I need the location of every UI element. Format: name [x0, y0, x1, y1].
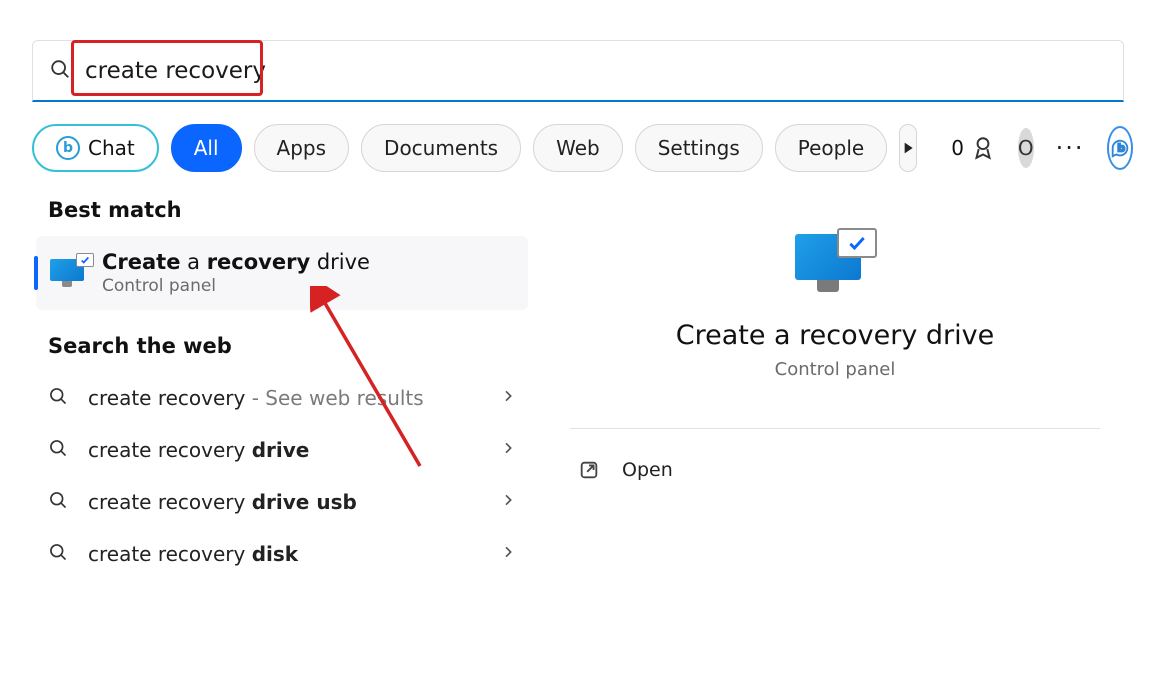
chevron-right-icon	[500, 492, 516, 512]
user-avatar[interactable]: O	[1018, 128, 1034, 168]
filter-documents[interactable]: Documents	[361, 124, 521, 172]
open-external-icon	[578, 459, 600, 481]
best-match-subtitle: Control panel	[102, 276, 512, 296]
search-bar[interactable]	[32, 40, 1124, 102]
web-result-row[interactable]: create recovery disk	[32, 528, 532, 580]
medal-icon	[970, 135, 996, 161]
bing-chat-icon[interactable]: b	[1107, 126, 1133, 170]
best-match-heading: Best match	[48, 198, 532, 222]
web-result-text: create recovery disk	[88, 542, 482, 566]
filter-people[interactable]: People	[775, 124, 887, 172]
search-web-heading: Search the web	[48, 334, 532, 358]
filter-apps[interactable]: Apps	[254, 124, 350, 172]
filter-more[interactable]	[899, 124, 917, 172]
chevron-right-icon	[500, 440, 516, 460]
more-menu[interactable]: ···	[1056, 134, 1085, 162]
filter-row: b Chat All Apps Documents Web Settings P…	[32, 124, 1124, 172]
web-result-text: create recovery drive	[88, 438, 482, 462]
preview-subtitle: Control panel	[775, 359, 896, 380]
web-result-row[interactable]: create recovery - See web results	[32, 372, 532, 424]
bing-b-icon: b	[56, 136, 80, 160]
svg-text:b: b	[1117, 142, 1125, 155]
filter-settings[interactable]: Settings	[635, 124, 763, 172]
filter-web[interactable]: Web	[533, 124, 623, 172]
best-match-title: Create a recovery drive	[102, 250, 512, 274]
search-icon	[48, 438, 70, 462]
best-match-result[interactable]: Create a recovery drive Control panel	[36, 236, 528, 310]
chevron-right-icon	[500, 388, 516, 408]
preview-icon	[793, 228, 877, 292]
preview-title: Create a recovery drive	[676, 320, 995, 351]
search-icon	[49, 58, 71, 84]
bing-b-icon: b	[1109, 137, 1131, 159]
search-icon	[48, 386, 70, 410]
web-result-row[interactable]: create recovery drive	[32, 424, 532, 476]
open-action[interactable]: Open	[570, 459, 673, 481]
rewards-count: 0	[951, 136, 964, 160]
results-left-column: Best match Create a recovery drive Contr…	[32, 190, 532, 580]
chat-label: Chat	[88, 136, 135, 160]
open-label: Open	[622, 459, 673, 481]
web-result-row[interactable]: create recovery drive usb	[32, 476, 532, 528]
search-input[interactable]	[85, 58, 385, 84]
play-icon	[900, 140, 916, 156]
search-icon	[48, 490, 70, 514]
chevron-right-icon	[500, 544, 516, 564]
search-icon	[48, 542, 70, 566]
chat-chip[interactable]: b Chat	[32, 124, 159, 172]
divider	[570, 428, 1100, 429]
web-result-text: create recovery drive usb	[88, 490, 482, 514]
filter-all[interactable]: All	[171, 124, 242, 172]
recovery-drive-icon	[50, 259, 88, 287]
web-result-text: create recovery - See web results	[88, 386, 482, 410]
rewards-counter[interactable]: 0	[951, 135, 996, 161]
preview-panel: Create a recovery drive Control panel Op…	[546, 190, 1124, 580]
